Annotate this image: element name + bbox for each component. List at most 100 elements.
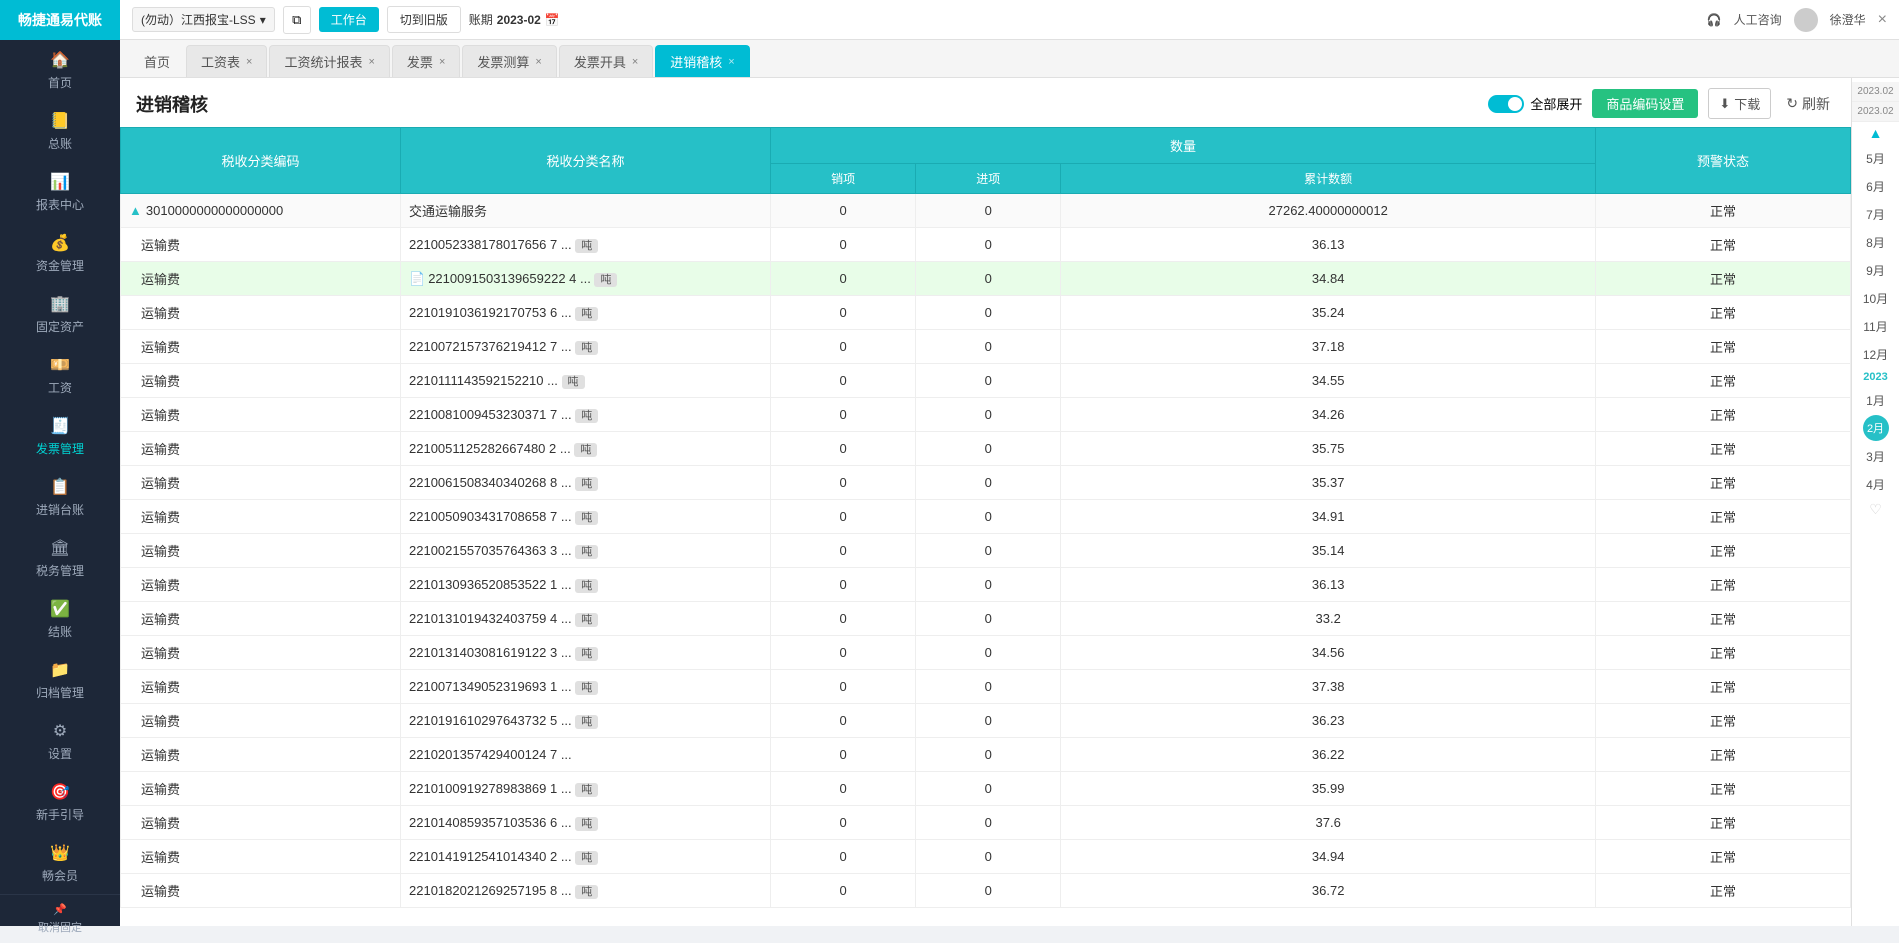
- cal-month-mar[interactable]: 3月: [1857, 443, 1895, 469]
- cal-month-jan[interactable]: 1月: [1857, 387, 1895, 413]
- sidebar-item-home[interactable]: 🏠 首页: [0, 40, 120, 101]
- cal-month-jul[interactable]: 7月: [1857, 201, 1895, 227]
- toggle-switch[interactable]: [1488, 95, 1524, 113]
- tab-close-icon[interactable]: ×: [246, 56, 252, 68]
- sidebar-item-archive[interactable]: 📁 归档管理: [0, 650, 120, 711]
- tab-home-label: 首页: [144, 52, 170, 71]
- table-cell-status: 正常: [1595, 738, 1850, 772]
- table-cell-code: 运输费: [121, 296, 401, 330]
- unpin-button[interactable]: 📌 取消固定: [0, 895, 120, 943]
- tab-invoice[interactable]: 发票 ×: [392, 45, 460, 77]
- calendar-icon[interactable]: 📅: [545, 13, 560, 27]
- switch-version-button[interactable]: 切到旧版: [387, 6, 461, 33]
- tab-invoice-calc[interactable]: 发票测算 ×: [462, 45, 556, 77]
- tab-close-icon[interactable]: ×: [439, 56, 445, 68]
- unit-tag[interactable]: 吨: [575, 681, 598, 695]
- sidebar-item-tax[interactable]: 🏛 税务管理: [0, 528, 120, 589]
- table-cell-cum: 34.26: [1061, 398, 1596, 432]
- page-header: 进销稽核 全部展开 商品编码设置 ⬇ 下载 ↻ 刷新: [120, 78, 1851, 127]
- unit-tag[interactable]: 吨: [575, 409, 598, 423]
- table-cell-code: 运输费: [121, 364, 401, 398]
- refresh-button[interactable]: ↻ 刷新: [1781, 89, 1835, 119]
- cal-month-dec[interactable]: 12月: [1857, 341, 1895, 367]
- sidebar-item-sales-ledger[interactable]: 📋 进销台账: [0, 467, 120, 528]
- cal-month-aug[interactable]: 8月: [1857, 229, 1895, 255]
- cal-month-sep[interactable]: 9月: [1857, 257, 1895, 283]
- cal-month-may[interactable]: 5月: [1857, 145, 1895, 171]
- cal-month-feb[interactable]: 2月: [1863, 415, 1889, 441]
- unit-tag[interactable]: 吨: [575, 545, 598, 559]
- unit-tag[interactable]: 吨: [575, 239, 598, 253]
- unit-tag[interactable]: 吨: [575, 341, 598, 355]
- tab-payroll-table[interactable]: 工资表 ×: [186, 45, 267, 77]
- sidebar-item-label: 固定资产: [36, 318, 84, 335]
- sidebar-item-invoice[interactable]: 🧾 发票管理: [0, 406, 120, 467]
- sidebar-item-assets[interactable]: 🏢 固定资产: [0, 284, 120, 345]
- cal-month-oct[interactable]: 10月: [1857, 285, 1895, 311]
- cal-month-apr[interactable]: 4月: [1857, 471, 1895, 497]
- sidebar-item-ledger[interactable]: 📒 总账: [0, 101, 120, 162]
- table-cell-status: 正常: [1595, 636, 1850, 670]
- sidebar-item-settings[interactable]: ⚙ 设置: [0, 711, 120, 772]
- cal-month-jun[interactable]: 6月: [1857, 173, 1895, 199]
- calendar-up-button[interactable]: ▲: [1866, 122, 1886, 144]
- tab-close-icon[interactable]: ×: [728, 56, 734, 68]
- unit-tag[interactable]: 吨: [575, 511, 598, 525]
- unit-tag[interactable]: 吨: [562, 375, 585, 389]
- tab-label: 发票测算: [477, 52, 529, 71]
- unit-tag[interactable]: 吨: [575, 613, 598, 627]
- table-cell-status: 正常: [1595, 806, 1850, 840]
- tax-icon: 🏛: [50, 538, 70, 558]
- download-button[interactable]: ⬇ 下载: [1708, 88, 1771, 119]
- unit-tag[interactable]: 吨: [575, 851, 598, 865]
- tab-close-icon[interactable]: ×: [535, 56, 541, 68]
- expand-toggle[interactable]: 全部展开: [1488, 94, 1582, 113]
- unit-tag[interactable]: 吨: [575, 817, 598, 831]
- expand-icon[interactable]: ▲: [129, 203, 142, 218]
- sidebar-item-reports[interactable]: 📊 报表中心: [0, 162, 120, 223]
- tab-invoice-open[interactable]: 发票开具 ×: [559, 45, 653, 77]
- company-selector[interactable]: (勿动）江西报宝-LSS ▾: [132, 7, 275, 32]
- unit-tag[interactable]: 吨: [575, 647, 598, 661]
- unit-tag[interactable]: 吨: [574, 443, 597, 457]
- table-cell-code: 运输费: [121, 228, 401, 262]
- dropdown-arrow-icon: ▾: [260, 13, 266, 27]
- table-cell-invoice: 2210201357429400124 7 ...: [401, 738, 771, 772]
- tab-sales-verify[interactable]: 进销稽核 ×: [655, 45, 749, 77]
- unit-tag[interactable]: 吨: [575, 579, 598, 593]
- workbench-button[interactable]: 工作台: [319, 7, 379, 32]
- sidebar-item-label: 设置: [48, 745, 72, 762]
- assets-icon: 🏢: [50, 294, 70, 314]
- sidebar-item-payroll[interactable]: 💴 工资: [0, 345, 120, 406]
- unit-tag[interactable]: 吨: [575, 477, 598, 491]
- sidebar-item-member[interactable]: 👑 畅会员: [0, 833, 120, 894]
- sidebar-item-funds[interactable]: 💰 资金管理: [0, 223, 120, 284]
- unit-tag[interactable]: 吨: [575, 715, 598, 729]
- table-cell-cum: 34.84: [1061, 262, 1596, 296]
- table-cell-status: 正常: [1595, 534, 1850, 568]
- tab-home[interactable]: 首页: [130, 46, 184, 77]
- product-code-settings-button[interactable]: 商品编码设置: [1592, 89, 1698, 118]
- unit-tag[interactable]: 吨: [575, 783, 598, 797]
- period-display: 账期 2023-02 📅: [469, 11, 560, 28]
- unit-tag[interactable]: 吨: [575, 307, 598, 321]
- sidebar-item-label: 总账: [48, 135, 72, 152]
- table-cell-code: 运输费: [121, 704, 401, 738]
- unit-tag[interactable]: 吨: [594, 273, 617, 287]
- sidebar-item-checkout[interactable]: ✅ 结账: [0, 589, 120, 650]
- table-cell-invoice: 2210191036192170753 6 ... 吨: [401, 296, 771, 330]
- tab-close-icon[interactable]: ×: [368, 56, 374, 68]
- table-cell-sales: 0: [771, 262, 916, 296]
- copy-button[interactable]: ⧉: [283, 6, 311, 34]
- sidebar-item-guide[interactable]: 🎯 新手引导: [0, 772, 120, 833]
- close-icon[interactable]: ×: [1878, 11, 1887, 29]
- cal-month-nov[interactable]: 11月: [1857, 313, 1895, 339]
- table-cell-name: 交通运输服务: [401, 194, 771, 228]
- table-cell-input: 0: [916, 874, 1061, 908]
- tab-close-icon[interactable]: ×: [632, 56, 638, 68]
- unit-tag[interactable]: 吨: [575, 885, 598, 899]
- table-cell-status: 正常: [1595, 840, 1850, 874]
- tab-payroll-stats[interactable]: 工资统计报表 ×: [269, 45, 389, 77]
- support-link[interactable]: 人工咨询: [1734, 11, 1782, 28]
- table-cell-input: 0: [916, 330, 1061, 364]
